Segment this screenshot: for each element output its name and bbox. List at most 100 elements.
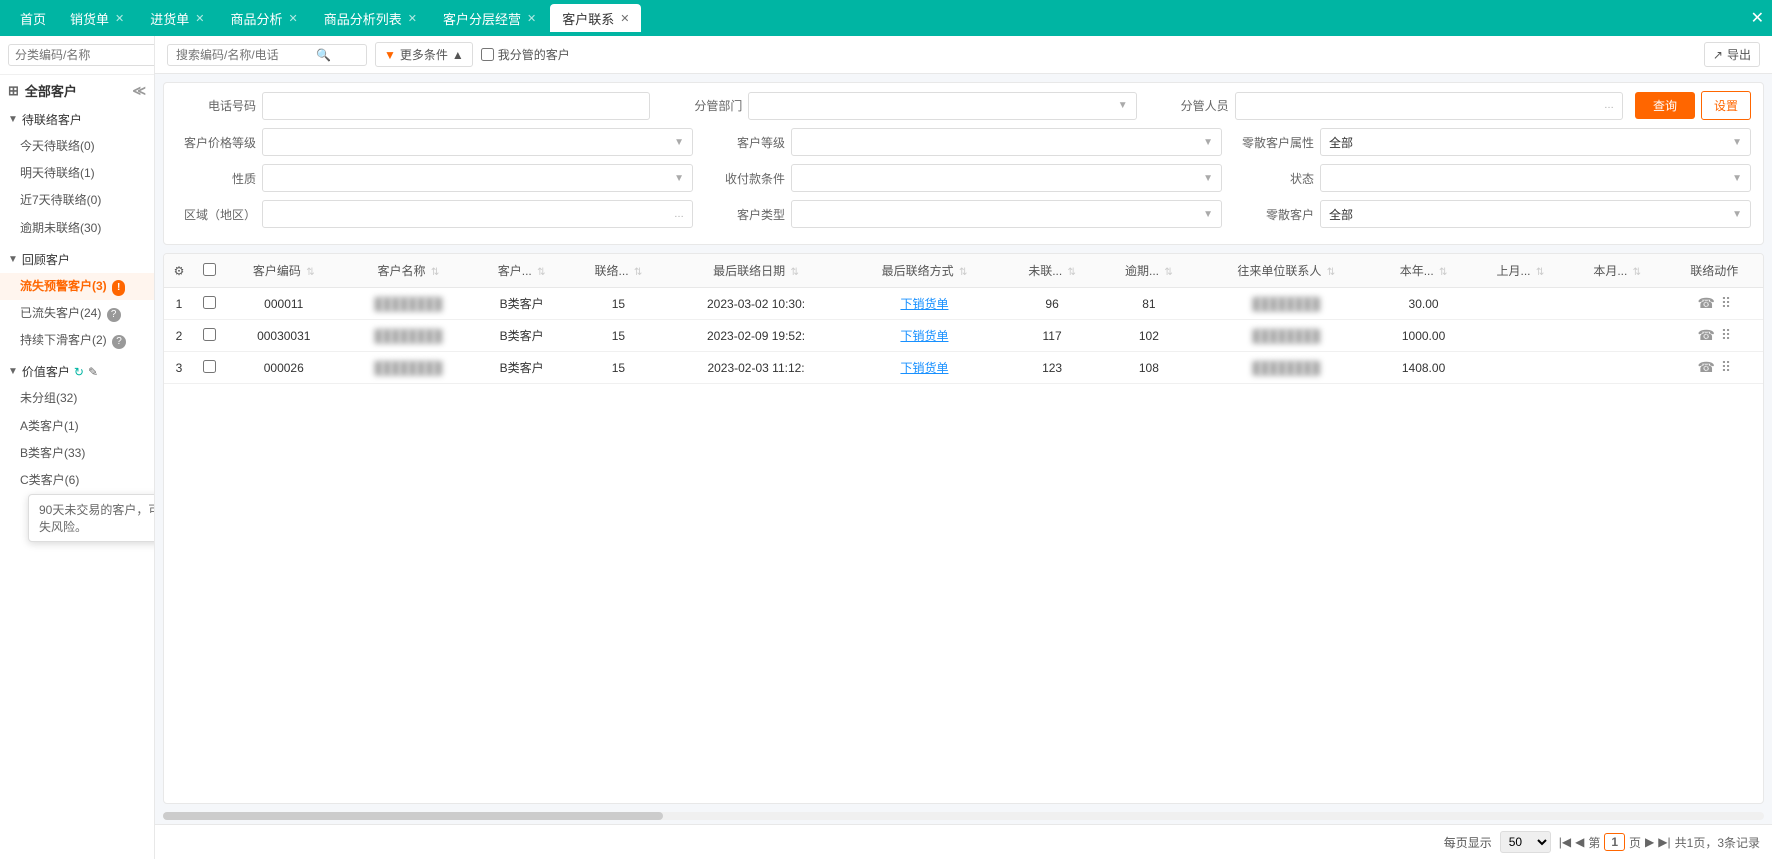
filter-region-select[interactable]: … xyxy=(262,200,693,228)
close-analysis-tab[interactable]: ✕ xyxy=(289,12,298,25)
sidebar-item-class-a[interactable]: A类客户(1) xyxy=(0,413,154,440)
close-customer-tier-tab[interactable]: ✕ xyxy=(527,12,536,25)
sidebar-item-today[interactable]: 今天待联络(0) xyxy=(0,133,154,160)
sidebar-item-ungrouped[interactable]: 未分组(32) xyxy=(0,385,154,412)
sidebar-group-pending-header[interactable]: ▼ 待联络客户 xyxy=(0,106,154,133)
col-name[interactable]: 客户名称 ⇅ xyxy=(344,254,474,288)
action-more-icon[interactable]: ⠿ xyxy=(1721,327,1731,344)
close-purchase-tab[interactable]: ✕ xyxy=(195,12,204,25)
setting-button[interactable]: 设置 xyxy=(1701,91,1751,120)
sidebar-group-review-header[interactable]: ▼ 回顾客户 xyxy=(0,246,154,273)
col-no-contact[interactable]: 未联... ⇅ xyxy=(1004,254,1101,288)
sidebar-item-churn-warning[interactable]: 流失预警客户(3) ! xyxy=(0,273,154,300)
col-contacts[interactable]: 往来单位联系人 ⇅ xyxy=(1197,254,1375,288)
col-type[interactable]: 客户... ⇅ xyxy=(473,254,570,288)
col-this-month[interactable]: 本月... ⇅ xyxy=(1569,254,1666,288)
search-input[interactable] xyxy=(176,48,316,62)
edit-icon[interactable]: ✎ xyxy=(88,365,98,379)
sidebar-item-tomorrow[interactable]: 明天待联络(1) xyxy=(0,160,154,187)
filter-scatter-select[interactable]: 全部 ▼ xyxy=(1320,200,1751,228)
col-last-date[interactable]: 最后联络日期 ⇅ xyxy=(667,254,845,288)
row-this-year: 30.00 xyxy=(1375,288,1472,320)
row-select-checkbox[interactable] xyxy=(203,328,216,341)
sidebar-item-class-c[interactable]: C类客户(6) xyxy=(0,467,154,494)
nav-tab-customer-contact[interactable]: 客户联系 ✕ xyxy=(550,4,641,32)
col-this-year[interactable]: 本年... ⇅ xyxy=(1375,254,1472,288)
col-settings[interactable]: ⚙ xyxy=(164,254,194,288)
row-checkbox[interactable] xyxy=(194,320,224,352)
row-checkbox[interactable] xyxy=(194,352,224,384)
filter-toggle-button[interactable]: ▼ 更多条件 ▲ xyxy=(375,42,473,67)
col-code[interactable]: 客户编码 ⇅ xyxy=(224,254,344,288)
horizontal-scrollbar[interactable] xyxy=(163,812,1764,820)
sidebar-item-overdue[interactable]: 逾期未联络(30) xyxy=(0,215,154,242)
mine-checkbox[interactable] xyxy=(481,48,494,61)
query-button[interactable]: 查询 xyxy=(1635,92,1695,119)
sort-no-contact-icon: ⇅ xyxy=(1068,267,1076,278)
row-contacts: ████████ xyxy=(1197,288,1375,320)
select-all-checkbox[interactable] xyxy=(203,263,216,276)
col-checkbox[interactable] xyxy=(194,254,224,288)
collapse-icon[interactable]: ≪ xyxy=(132,83,146,99)
close-sales-tab[interactable]: ✕ xyxy=(115,12,124,25)
nav-tab-sales[interactable]: 销货单 ✕ xyxy=(58,4,136,32)
sidebar-search-input[interactable] xyxy=(8,44,155,66)
row-last-contact-method[interactable]: 下销货单 xyxy=(845,288,1003,320)
filter-nature-select[interactable]: ▼ xyxy=(262,164,693,192)
close-analysis-list-tab[interactable]: ✕ xyxy=(408,12,417,25)
nav-tab-customer-tier[interactable]: 客户分层经营 ✕ xyxy=(431,4,548,32)
action-more-icon[interactable]: ⠿ xyxy=(1721,359,1731,376)
col-overdue[interactable]: 逾期... ⇅ xyxy=(1100,254,1197,288)
close-customer-contact-tab[interactable]: ✕ xyxy=(620,12,629,25)
row-select-checkbox[interactable] xyxy=(203,360,216,373)
filter-price-level-select[interactable]: ▼ xyxy=(262,128,693,156)
col-contact-count[interactable]: 联络... ⇅ xyxy=(570,254,667,288)
col-last-method[interactable]: 最后联络方式 ⇅ xyxy=(845,254,1003,288)
export-button[interactable]: ↗ 导出 xyxy=(1704,42,1760,67)
filter-payment-select[interactable]: ▼ xyxy=(791,164,1222,192)
row-last-contact-method[interactable]: 下销货单 xyxy=(845,352,1003,384)
per-page-select[interactable]: 50 100 200 xyxy=(1500,831,1551,853)
sidebar-group-value-header[interactable]: ▼ 价值客户 ↻ ✎ xyxy=(0,358,154,385)
action-contact-icon[interactable]: ☎ xyxy=(1697,359,1714,376)
last-contact-link[interactable]: 下销货单 xyxy=(900,361,948,375)
prev-page-icon[interactable]: ◀ xyxy=(1575,835,1584,849)
row-select-checkbox[interactable] xyxy=(203,296,216,309)
row-checkbox[interactable] xyxy=(194,288,224,320)
window-close-icon[interactable]: ✕ xyxy=(1751,8,1764,28)
sidebar-all-customers[interactable]: ⊞ 全部客户 ≪ xyxy=(0,75,154,106)
mine-customers-toggle[interactable]: 我分管的客户 xyxy=(481,46,570,63)
filter-scatter-attr-select[interactable]: 全部 ▼ xyxy=(1320,128,1751,156)
last-contact-link[interactable]: 下销货单 xyxy=(900,329,948,343)
filter-dept-select[interactable]: ▼ xyxy=(748,92,1136,120)
filter-customer-type-select[interactable]: ▼ xyxy=(791,200,1222,228)
sidebar-item-churned[interactable]: 已流失客户(24) ? xyxy=(0,300,154,327)
first-page-icon[interactable]: |◀ xyxy=(1559,835,1571,849)
refresh-icon[interactable]: ↻ xyxy=(74,365,84,379)
filter-phone-input[interactable] xyxy=(262,92,650,120)
search-button[interactable]: 🔍 xyxy=(316,48,331,62)
next-page-icon[interactable]: ▶ xyxy=(1645,835,1654,849)
sidebar-item-7days[interactable]: 近7天待联络(0) xyxy=(0,187,154,214)
col-last-month[interactable]: 上月... ⇅ xyxy=(1472,254,1569,288)
filter-customer-level-select[interactable]: ▼ xyxy=(791,128,1222,156)
sidebar-item-declining[interactable]: 持续下滑客户(2) ? xyxy=(0,327,154,354)
nav-home[interactable]: 首页 xyxy=(8,9,58,28)
filter-status-select[interactable]: ▼ xyxy=(1320,164,1751,192)
scroll-thumb[interactable] xyxy=(163,812,663,820)
last-contact-link[interactable]: 下销货单 xyxy=(900,297,948,311)
pagination: |◀ ◀ 第 1 页 ▶ ▶| 共1页，3条记录 xyxy=(1559,833,1760,851)
sidebar-item-class-b[interactable]: B类客户(33) xyxy=(0,440,154,467)
nav-tab-purchase[interactable]: 进货单 ✕ xyxy=(138,4,216,32)
filter-row-4: 区域（地区） … 客户类型 ▼ 零散客户 全部 xyxy=(176,200,1751,228)
nav-tab-analysis[interactable]: 商品分析 ✕ xyxy=(218,4,309,32)
row-last-contact-method[interactable]: 下销货单 xyxy=(845,320,1003,352)
filter-person-select[interactable]: … xyxy=(1235,92,1623,120)
action-more-icon[interactable]: ⠿ xyxy=(1721,295,1731,312)
row-index: 2 xyxy=(164,320,194,352)
action-contact-icon[interactable]: ☎ xyxy=(1697,327,1714,344)
action-contact-icon[interactable]: ☎ xyxy=(1697,295,1714,312)
last-page-icon[interactable]: ▶| xyxy=(1658,835,1670,849)
filter-person-label: 分管人员 xyxy=(1149,97,1229,114)
nav-tab-analysis-list[interactable]: 商品分析列表 ✕ xyxy=(312,4,429,32)
